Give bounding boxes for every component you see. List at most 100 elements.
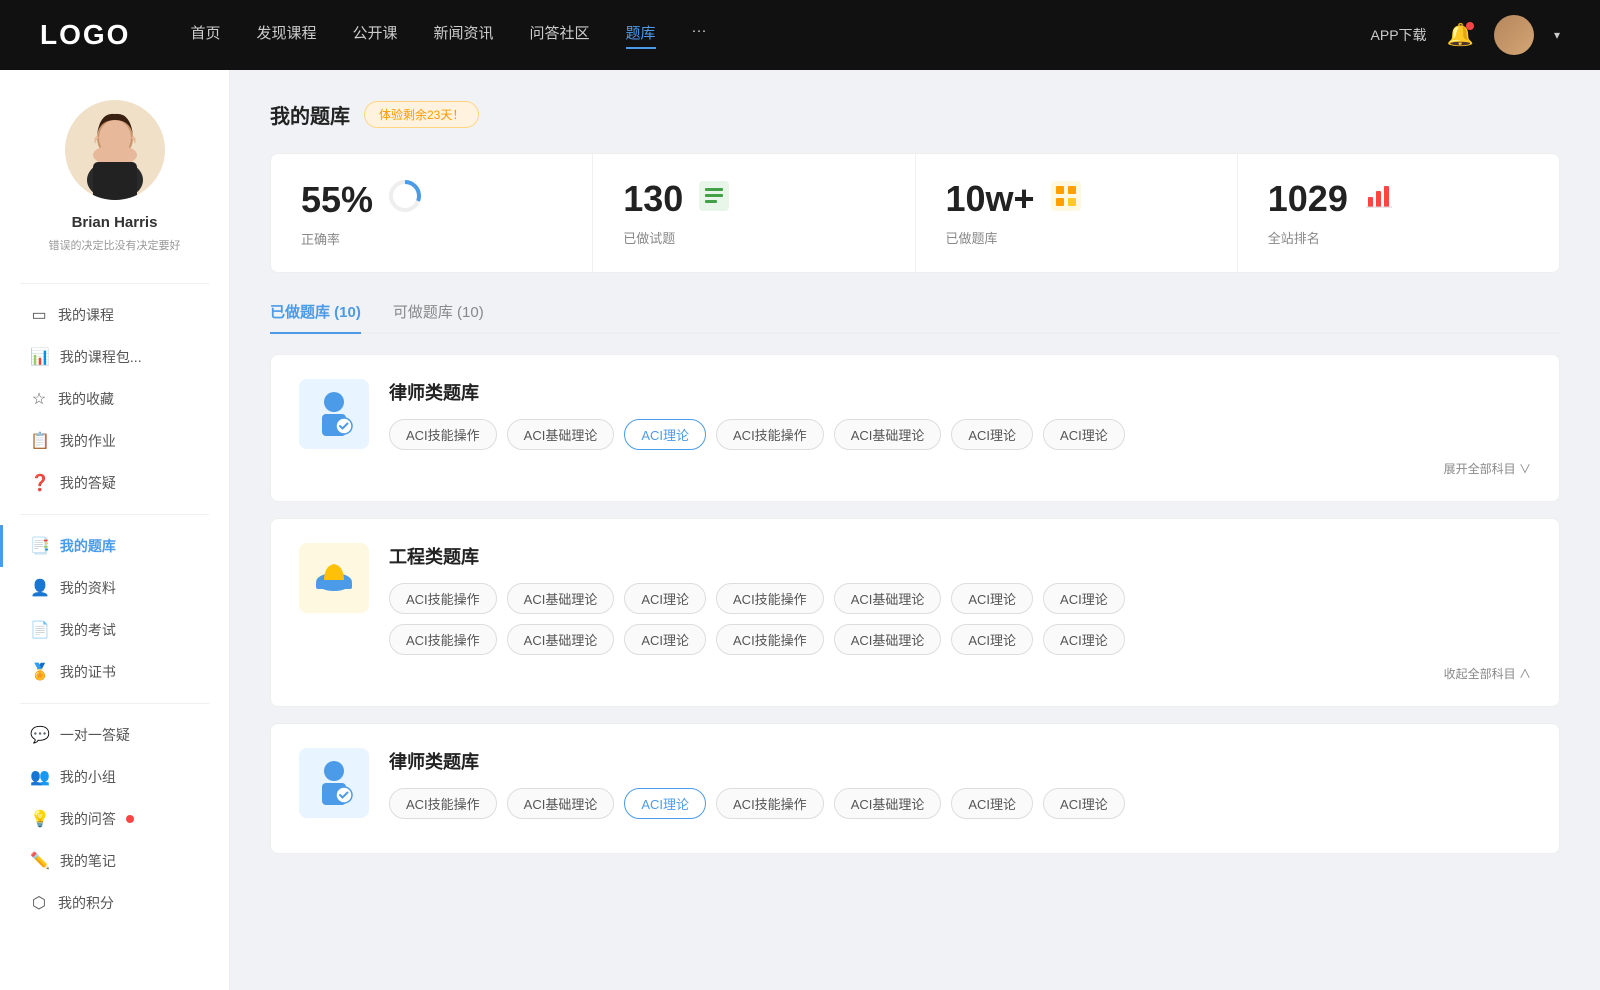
notification-dot <box>1466 22 1474 30</box>
tags-lawyer-2: ACI技能操作 ACI基础理论 ACI理论 ACI技能操作 ACI基础理论 AC… <box>389 788 1531 819</box>
tag-lawyer1-3[interactable]: ACI技能操作 <box>716 419 824 450</box>
sidebar-item-tutoring[interactable]: 💬 一对一答疑 <box>0 714 229 756</box>
user-menu-chevron[interactable]: ▾ <box>1554 28 1560 42</box>
user-avatar[interactable] <box>1494 15 1534 55</box>
stat-done-questions-label: 已做试题 <box>623 228 884 247</box>
profile-data-icon: 👤 <box>30 578 50 598</box>
stat-done-banks-label: 已做题库 <box>946 228 1207 247</box>
tag-lawyer1-6[interactable]: ACI理论 <box>1043 419 1125 450</box>
profile-avatar <box>65 100 165 200</box>
bar-chart-icon <box>1362 179 1396 220</box>
category-title-lawyer-1: 律师类题库 <box>389 379 1531 405</box>
category-engineer: 工程类题库 ACI技能操作 ACI基础理论 ACI理论 ACI技能操作 ACI基… <box>270 518 1560 707</box>
questions-notification-dot <box>126 815 134 823</box>
nav-link-more[interactable]: ··· <box>692 22 707 49</box>
main-content: 我的题库 体验剩余23天！ 55% 正确率 <box>230 70 1600 990</box>
sidebar-item-favorites[interactable]: ☆ 我的收藏 <box>0 378 229 420</box>
tag-lawyer1-1[interactable]: ACI基础理论 <box>507 419 615 450</box>
navbar: LOGO 首页 发现课程 公开课 新闻资讯 问答社区 题库 ··· APP下载 … <box>0 0 1600 70</box>
sidebar-item-questions[interactable]: ❓ 我的答疑 <box>0 462 229 504</box>
tag-lawyer1-2[interactable]: ACI理论 <box>624 419 706 450</box>
sidebar-item-homework[interactable]: 📋 我的作业 <box>0 420 229 462</box>
expand-link-lawyer-1[interactable]: 展开全部科目 ∨ <box>389 460 1531 477</box>
tag-eng2-6[interactable]: ACI理论 <box>1043 624 1125 655</box>
tag-lawyer2-5[interactable]: ACI理论 <box>951 788 1033 819</box>
stat-site-rank-value: 1029 <box>1268 178 1348 220</box>
stat-done-banks-value: 10w+ <box>946 178 1035 220</box>
tag-eng2-1[interactable]: ACI基础理论 <box>507 624 615 655</box>
tag-eng-3[interactable]: ACI技能操作 <box>716 583 824 614</box>
tags-engineer-row1: ACI技能操作 ACI基础理论 ACI理论 ACI技能操作 ACI基础理论 AC… <box>389 583 1531 614</box>
tag-lawyer1-4[interactable]: ACI基础理论 <box>834 419 942 450</box>
tag-lawyer2-6[interactable]: ACI理论 <box>1043 788 1125 819</box>
tag-eng-5[interactable]: ACI理论 <box>951 583 1033 614</box>
nav-link-home[interactable]: 首页 <box>190 22 220 49</box>
stat-accuracy-label: 正确率 <box>301 229 562 248</box>
course-packages-icon: 📊 <box>30 347 50 367</box>
notification-bell[interactable]: 🔔 <box>1447 22 1474 48</box>
profile-name: Brian Harris <box>20 214 209 231</box>
sidebar-item-certificate[interactable]: 🏅 我的证书 <box>0 651 229 693</box>
tab-available-banks[interactable]: 可做题库 (10) <box>393 301 484 334</box>
questions-icon: ❓ <box>30 473 50 493</box>
nav-link-quiz[interactable]: 题库 <box>626 22 656 49</box>
stat-done-banks-top: 10w+ <box>946 178 1207 220</box>
tag-eng-2[interactable]: ACI理论 <box>624 583 706 614</box>
tag-lawyer1-5[interactable]: ACI理论 <box>951 419 1033 450</box>
page-title: 我的题库 <box>270 100 350 129</box>
sidebar-item-my-questions[interactable]: 💡 我的问答 <box>0 798 229 840</box>
nav-link-news[interactable]: 新闻资讯 <box>434 22 494 49</box>
sidebar-divider-3 <box>20 703 209 704</box>
tag-lawyer1-0[interactable]: ACI技能操作 <box>389 419 497 450</box>
sidebar-item-points[interactable]: ⬡ 我的积分 <box>0 882 229 924</box>
my-quiz-icon: 📑 <box>30 536 50 556</box>
tag-eng-4[interactable]: ACI基础理论 <box>834 583 942 614</box>
tag-eng-1[interactable]: ACI基础理论 <box>507 583 615 614</box>
nav-link-opencourse[interactable]: 公开课 <box>352 22 397 49</box>
tag-lawyer2-3[interactable]: ACI技能操作 <box>716 788 824 819</box>
stat-site-rank-top: 1029 <box>1268 178 1529 220</box>
stat-done-questions-value: 130 <box>623 178 683 220</box>
tab-done-banks[interactable]: 已做题库 (10) <box>270 301 361 334</box>
tab-row: 已做题库 (10) 可做题库 (10) <box>270 301 1560 334</box>
tag-eng-0[interactable]: ACI技能操作 <box>389 583 497 614</box>
logo[interactable]: LOGO <box>40 19 130 51</box>
tag-lawyer2-1[interactable]: ACI基础理论 <box>507 788 615 819</box>
tag-eng2-0[interactable]: ACI技能操作 <box>389 624 497 655</box>
sidebar-item-notes[interactable]: ✏️ 我的笔记 <box>0 840 229 882</box>
tag-eng2-5[interactable]: ACI理论 <box>951 624 1033 655</box>
sidebar-item-my-quiz[interactable]: 📑 我的题库 <box>0 525 229 567</box>
list-icon <box>697 179 731 220</box>
tag-lawyer2-0[interactable]: ACI技能操作 <box>389 788 497 819</box>
stat-site-rank: 1029 全站排名 <box>1238 154 1559 272</box>
groups-icon: 👥 <box>30 767 50 787</box>
stat-accuracy-top: 55% <box>301 178 562 221</box>
tag-lawyer2-2[interactable]: ACI理论 <box>624 788 706 819</box>
trial-badge: 体验剩余23天！ <box>364 101 479 128</box>
profile-motto: 错误的决定比没有决定要好 <box>20 237 209 253</box>
app-download-link[interactable]: APP下载 <box>1371 25 1427 45</box>
tags-engineer-row2: ACI技能操作 ACI基础理论 ACI理论 ACI技能操作 ACI基础理论 AC… <box>389 624 1531 655</box>
nav-link-qa[interactable]: 问答社区 <box>530 22 590 49</box>
tag-lawyer2-4[interactable]: ACI基础理论 <box>834 788 942 819</box>
sidebar-item-course-packages[interactable]: 📊 我的课程包... <box>0 336 229 378</box>
grid-icon <box>1049 179 1083 220</box>
sidebar-item-my-courses[interactable]: ▭ 我的课程 <box>0 294 229 336</box>
points-icon: ⬡ <box>30 893 48 913</box>
nav-link-discover[interactable]: 发现课程 <box>256 22 316 49</box>
sidebar-item-groups[interactable]: 👥 我的小组 <box>0 756 229 798</box>
tag-eng2-4[interactable]: ACI基础理论 <box>834 624 942 655</box>
sidebar-item-my-exam[interactable]: 📄 我的考试 <box>0 609 229 651</box>
tag-eng2-2[interactable]: ACI理论 <box>624 624 706 655</box>
tag-eng2-3[interactable]: ACI技能操作 <box>716 624 824 655</box>
certificate-icon: 🏅 <box>30 662 50 682</box>
tag-eng-6[interactable]: ACI理论 <box>1043 583 1125 614</box>
category-lawyer-1: 律师类题库 ACI技能操作 ACI基础理论 ACI理论 ACI技能操作 ACI基… <box>270 354 1560 502</box>
sidebar: Brian Harris 错误的决定比没有决定要好 ▭ 我的课程 📊 我的课程包… <box>0 70 230 990</box>
lawyer-icon-wrap <box>299 379 369 449</box>
stat-done-questions: 130 已做试题 <box>593 154 915 272</box>
stat-accuracy-value: 55% <box>301 179 373 221</box>
stat-done-banks: 10w+ 已做题库 <box>916 154 1238 272</box>
expand-link-engineer[interactable]: 收起全部科目 ∧ <box>389 665 1531 682</box>
sidebar-item-profile-data[interactable]: 👤 我的资料 <box>0 567 229 609</box>
